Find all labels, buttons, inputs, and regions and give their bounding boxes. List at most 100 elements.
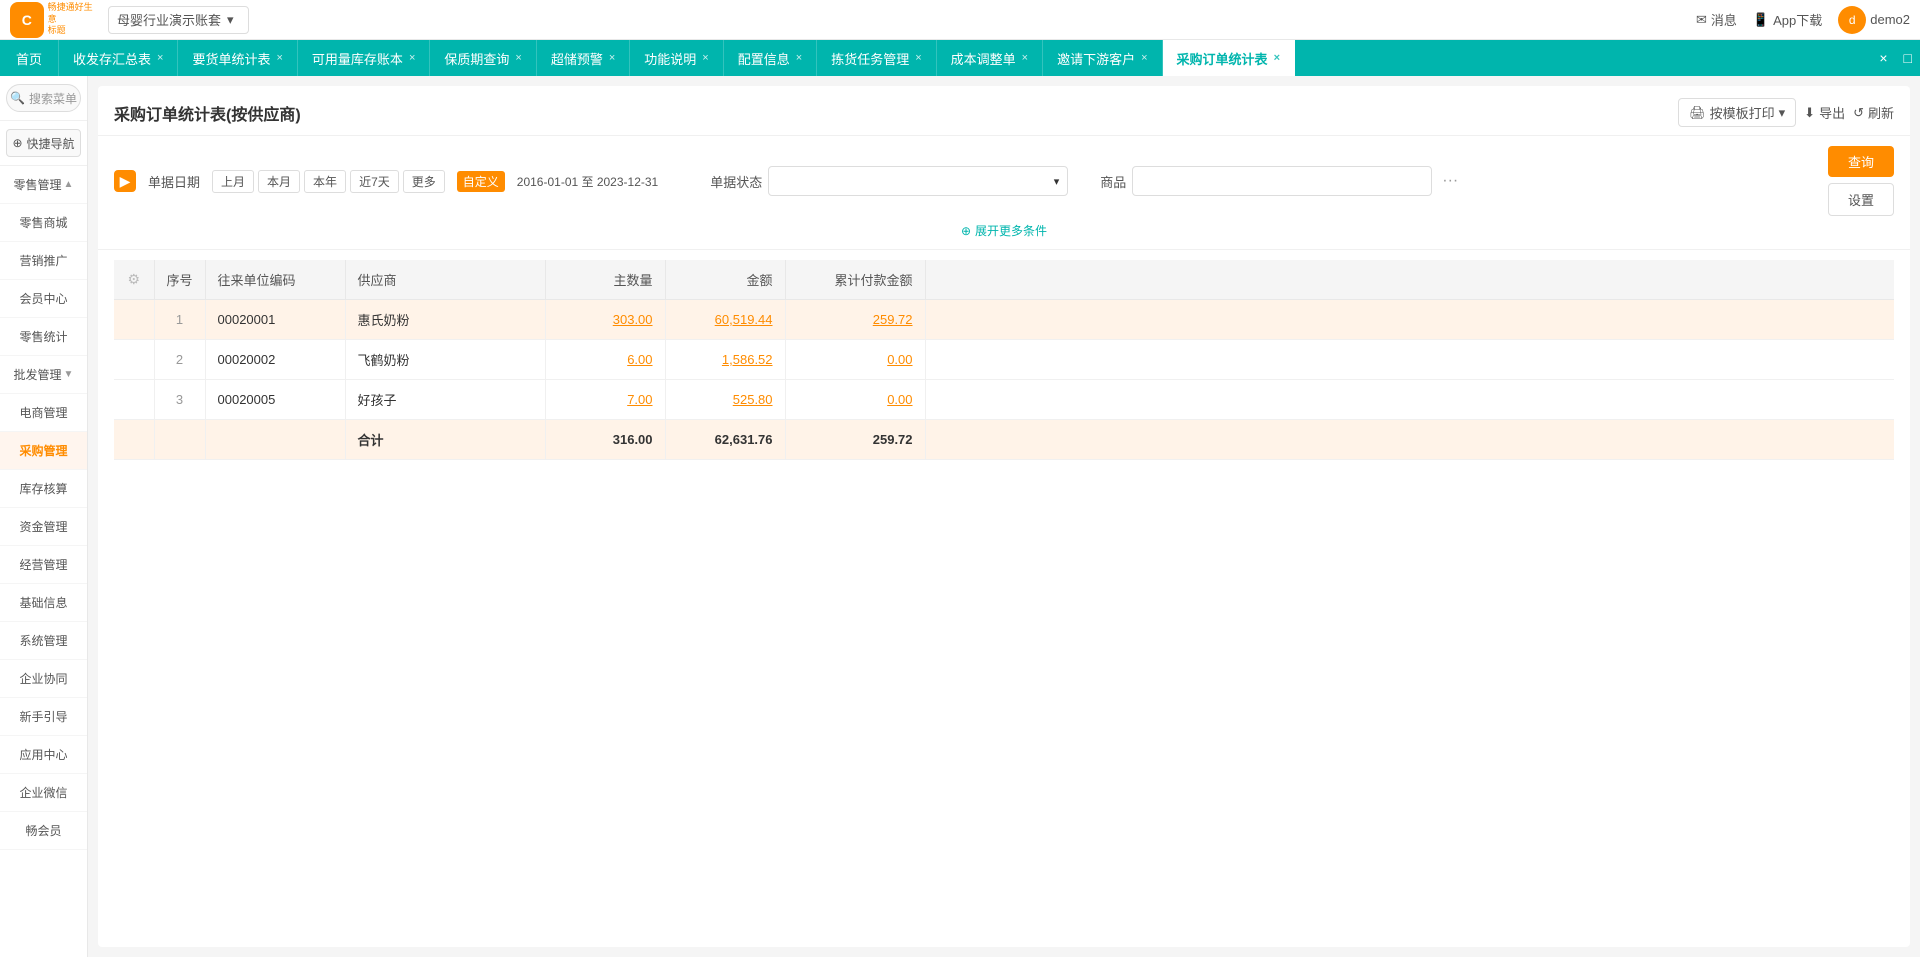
sidebar-item-label: 电商管理 (19, 406, 67, 420)
sidebar-item-资金管理[interactable]: 资金管理 (0, 508, 87, 546)
tab-采购订单统计表[interactable]: 采购订单统计表 × (1163, 40, 1295, 76)
table-area: ⚙ 序号 往来单位编码 供应商 主数量 金额 累计付款金额 (98, 260, 1910, 476)
tab-close-icon[interactable]: × (1022, 52, 1028, 64)
sidebar-item-批发管理[interactable]: 批发管理 ▼ (0, 356, 87, 394)
tab-label: 保质期查询 (444, 49, 509, 68)
tab-拣货任务管理[interactable]: 拣货任务管理 × (817, 40, 936, 76)
refresh-icon: ↺ (1853, 105, 1864, 121)
tab-close-icon[interactable]: × (409, 52, 415, 64)
sidebar-item-采购管理[interactable]: 采购管理 (0, 432, 87, 470)
sidebar-item-营销推广[interactable]: 营销推广 (0, 242, 87, 280)
date-custom-badge[interactable]: 自定义 (457, 171, 505, 192)
status-select-chevron-icon: ▾ (1054, 175, 1060, 188)
row-paid[interactable]: 259.72 (785, 300, 925, 340)
row-index: 3 (154, 380, 205, 420)
sidebar-item-库存核算[interactable]: 库存核算 (0, 470, 87, 508)
tab-可用量库存账本[interactable]: 可用量库存账本 × (298, 40, 430, 76)
sidebar-item-应用中心[interactable]: 应用中心 (0, 736, 87, 774)
tab-close-icon[interactable]: × (157, 52, 163, 64)
sidebar-item-零售统计[interactable]: 零售统计 (0, 318, 87, 356)
row-qty[interactable]: 303.00 (545, 300, 665, 340)
print-chevron-icon: ▾ (1779, 105, 1786, 121)
row-paid[interactable]: 0.00 (785, 340, 925, 380)
avatar: d (1838, 6, 1866, 34)
date-quick-more[interactable]: 更多 (403, 170, 445, 193)
date-quick-7days[interactable]: 近7天 (350, 170, 399, 193)
date-quick-last-month[interactable]: 上月 (212, 170, 254, 193)
quick-nav-section: ⊕ 快捷导航 (0, 121, 87, 166)
sidebar-item-会员中心[interactable]: 会员中心 (0, 280, 87, 318)
tab-邀请下游客户[interactable]: 邀请下游客户 × (1043, 40, 1162, 76)
sidebar-item-畅会员[interactable]: 畅会员 (0, 812, 87, 850)
tab-配置信息[interactable]: 配置信息 × (724, 40, 817, 76)
logo-icon: C (10, 2, 44, 38)
message-btn[interactable]: ✉ 消息 (1696, 10, 1737, 29)
date-quick-this-month[interactable]: 本月 (258, 170, 300, 193)
app-download-btn[interactable]: 📱 App下载 (1753, 10, 1822, 29)
sidebar-item-企业协同[interactable]: 企业协同 (0, 660, 87, 698)
sidebar-item-经营管理[interactable]: 经营管理 (0, 546, 87, 584)
row-amount[interactable]: 1,586.52 (665, 340, 785, 380)
row-qty[interactable]: 7.00 (545, 380, 665, 420)
tab-close-icon[interactable]: × (515, 52, 521, 64)
tab-label: 配置信息 (738, 49, 790, 68)
sidebar-item-基础信息[interactable]: 基础信息 (0, 584, 87, 622)
search-menu-button[interactable]: 🔍 搜索菜单 (6, 84, 81, 112)
user-profile-btn[interactable]: d demo2 (1838, 6, 1910, 34)
logo-subtext: 标题 (48, 25, 98, 37)
column-settings-icon[interactable]: ⚙ (127, 271, 140, 287)
nav-end-buttons: × □ (1871, 50, 1920, 66)
expand-label: 展开更多条件 (975, 222, 1047, 239)
data-table: ⚙ 序号 往来单位编码 供应商 主数量 金额 累计付款金额 (114, 260, 1894, 460)
tab-要货单统计表[interactable]: 要货单统计表 × (178, 40, 297, 76)
export-button[interactable]: ⬇ 导出 (1804, 103, 1845, 122)
row-amount[interactable]: 60,519.44 (665, 300, 785, 340)
tab-功能说明[interactable]: 功能说明 × (630, 40, 723, 76)
tab-close-icon[interactable]: × (915, 52, 921, 64)
sidebar-item-零售管理[interactable]: 零售管理 ▲ (0, 166, 87, 204)
tab-home[interactable]: 首页 (0, 40, 59, 76)
date-quick-this-year[interactable]: 本年 (304, 170, 346, 193)
footer-col-index (154, 420, 205, 460)
chevron-down-icon: ▼ (64, 369, 74, 380)
more-options-icon[interactable]: ··· (1442, 172, 1458, 190)
goods-input[interactable] (1132, 166, 1432, 196)
tab-成本调整单[interactable]: 成本调整单 × (937, 40, 1043, 76)
page-title: 采购订单统计表(按供应商) (114, 101, 301, 125)
print-button[interactable]: 🖨 按模板打印 ▾ (1678, 98, 1796, 127)
row-qty[interactable]: 6.00 (545, 340, 665, 380)
sidebar-item-label: 零售商城 (19, 216, 67, 230)
status-select[interactable]: ▾ (768, 166, 1068, 196)
refresh-button[interactable]: ↺ 刷新 (1853, 103, 1894, 122)
sidebar-item-label: 畅会员 (25, 824, 61, 838)
row-amount[interactable]: 525.80 (665, 380, 785, 420)
sidebar-item-电商管理[interactable]: 电商管理 (0, 394, 87, 432)
expand-more-button[interactable]: ⊕ 展开更多条件 (114, 222, 1894, 239)
query-button[interactable]: 查询 (1828, 146, 1894, 177)
quick-nav-button[interactable]: ⊕ 快捷导航 (6, 129, 81, 157)
tab-close-icon[interactable]: × (796, 52, 802, 64)
tab-保质期查询[interactable]: 保质期查询 × (430, 40, 536, 76)
sidebar-search-section: 🔍 搜索菜单 (0, 76, 87, 121)
action-buttons: 查询 设置 (1828, 146, 1894, 216)
settings-button[interactable]: 设置 (1828, 183, 1894, 216)
tab-close-icon[interactable]: × (1274, 52, 1280, 64)
tab-close-icon[interactable]: × (702, 52, 708, 64)
user-name: demo2 (1870, 12, 1910, 27)
row-paid[interactable]: 0.00 (785, 380, 925, 420)
tab-close-icon[interactable]: × (276, 52, 282, 64)
tab-close-all-icon[interactable]: × (1871, 50, 1895, 66)
compass-icon: ⊕ (12, 136, 22, 150)
sidebar-item-新手引导[interactable]: 新手引导 (0, 698, 87, 736)
tab-收发存汇总表[interactable]: 收发存汇总表 × (59, 40, 178, 76)
filter-toggle-button[interactable]: ▶ (114, 170, 136, 192)
sidebar-item-企业微信[interactable]: 企业微信 (0, 774, 87, 812)
workspace-selector[interactable]: 母婴行业演示账套 ▾ (108, 6, 249, 34)
sidebar-item-零售商城[interactable]: 零售商城 (0, 204, 87, 242)
sidebar-item-系统管理[interactable]: 系统管理 (0, 622, 87, 660)
row-settings (114, 340, 154, 380)
tab-超储预警[interactable]: 超储预警 × (537, 40, 630, 76)
tab-maximize-icon[interactable]: □ (1896, 50, 1920, 66)
tab-close-icon[interactable]: × (1141, 52, 1147, 64)
tab-close-icon[interactable]: × (609, 52, 615, 64)
